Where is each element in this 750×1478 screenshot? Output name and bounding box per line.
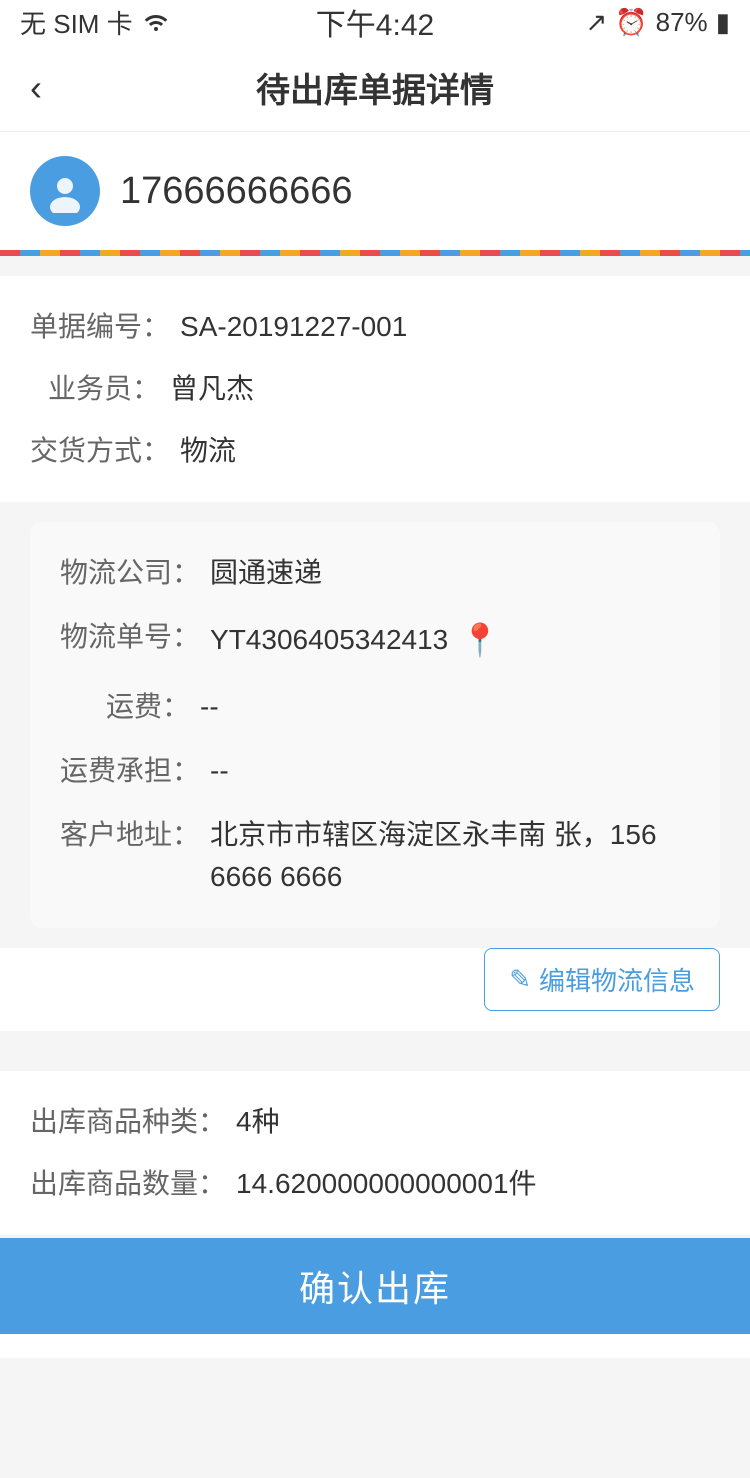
freight-value: -- bbox=[200, 686, 690, 728]
salesperson-row: 业务员： 曾凡杰 bbox=[30, 368, 720, 410]
address-value: 北京市市辖区海淀区永丰南 张，156 6666 6666 bbox=[210, 814, 690, 898]
nav-title: 待出库单据详情 bbox=[256, 63, 494, 112]
edit-logistics-label: 编辑物流信息 bbox=[539, 961, 695, 998]
tracking-number-row: 物流单号： YT43064053424​13 📍 bbox=[60, 616, 690, 664]
edit-icon: ✎ bbox=[509, 964, 531, 995]
battery-percent: 87% bbox=[656, 7, 708, 38]
salesperson-label: 业务员： bbox=[30, 368, 160, 410]
status-bar: 无 SIM 卡 下午4:42 ↗ ⏰ 87% ▮ bbox=[0, 0, 750, 44]
tracking-value-row: YT43064053424​13 📍 bbox=[210, 616, 690, 664]
salesperson-value: 曾凡杰 bbox=[170, 368, 720, 410]
edit-btn-row: ✎ 编辑物流信息 bbox=[0, 948, 750, 1031]
goods-quantity-row: 出库商品数量： 14.620000000000001件 bbox=[30, 1163, 720, 1205]
goods-types-label: 出库商品种类： bbox=[30, 1101, 226, 1143]
location-status-icon: ↗ bbox=[585, 7, 607, 38]
nav-bar: ‹ 待出库单据详情 bbox=[0, 44, 750, 132]
delivery-method-label: 交货方式： bbox=[30, 430, 170, 472]
alarm-icon: ⏰ bbox=[615, 7, 647, 38]
edit-logistics-button[interactable]: ✎ 编辑物流信息 bbox=[484, 948, 720, 1011]
wifi-icon bbox=[141, 7, 171, 38]
logistics-company-value: 圆通速递 bbox=[210, 552, 690, 594]
logistics-company-row: 物流公司： 圆通速递 bbox=[60, 552, 690, 594]
goods-quantity-label: 出库商品数量： bbox=[30, 1163, 226, 1205]
tracking-number-label: 物流单号： bbox=[60, 616, 200, 658]
avatar bbox=[30, 156, 100, 226]
order-number-label: 单据编号： bbox=[30, 306, 170, 348]
tracking-number-value: YT43064053424​13 📍 bbox=[210, 616, 690, 664]
logistics-company-label: 物流公司： bbox=[60, 552, 200, 594]
user-header: 17666666666 bbox=[0, 132, 750, 250]
carrier-label: 无 SIM 卡 bbox=[20, 4, 133, 41]
status-left: 无 SIM 卡 bbox=[20, 4, 171, 41]
address-row: 客户地址： 北京市市辖区海淀区永丰南 张，156 6666 6666 bbox=[60, 814, 690, 898]
goods-types-row: 出库商品种类： 4种 bbox=[30, 1101, 720, 1143]
confirm-outbound-button[interactable]: 确认出库 bbox=[299, 1260, 451, 1312]
order-number-row: 单据编号： SA-20191227-001 bbox=[30, 306, 720, 348]
order-number-value: SA-20191227-001 bbox=[180, 306, 720, 348]
freight-bearer-row: 运费承担： -- bbox=[60, 750, 690, 792]
status-right: ↗ ⏰ 87% ▮ bbox=[585, 7, 730, 38]
freight-bearer-value: -- bbox=[210, 750, 690, 792]
confirm-btn-container: 确认出库 bbox=[0, 1238, 750, 1334]
battery-icon: ▮ bbox=[716, 7, 730, 38]
goods-quantity-value: 14.620000000000001件 bbox=[236, 1163, 720, 1205]
dashed-divider bbox=[0, 250, 750, 256]
basic-info-section: 单据编号： SA-20191227-001 业务员： 曾凡杰 交货方式： 物流 bbox=[0, 276, 750, 502]
goods-section: 出库商品种类： 4种 出库商品数量： 14.620000000000001件 bbox=[0, 1071, 750, 1235]
user-phone: 17666666666 bbox=[120, 170, 352, 213]
status-time: 下午4:42 bbox=[316, 0, 434, 44]
freight-row: 运费： -- bbox=[60, 686, 690, 728]
freight-bearer-label: 运费承担： bbox=[60, 750, 200, 792]
freight-label: 运费： bbox=[60, 686, 190, 728]
section-divider-1 bbox=[0, 1031, 750, 1051]
tracking-number-text: YT43064053424​13 bbox=[210, 619, 448, 661]
address-label: 客户地址： bbox=[60, 814, 200, 856]
delivery-method-row: 交货方式： 物流 bbox=[30, 430, 720, 472]
map-pin-icon[interactable]: 📍 bbox=[460, 616, 500, 664]
delivery-method-value: 物流 bbox=[180, 430, 720, 472]
logistics-card: 物流公司： 圆通速递 物流单号： YT43064053424​13 📍 运费： … bbox=[30, 522, 720, 928]
goods-types-value: 4种 bbox=[236, 1101, 720, 1143]
back-button[interactable]: ‹ bbox=[30, 67, 42, 109]
